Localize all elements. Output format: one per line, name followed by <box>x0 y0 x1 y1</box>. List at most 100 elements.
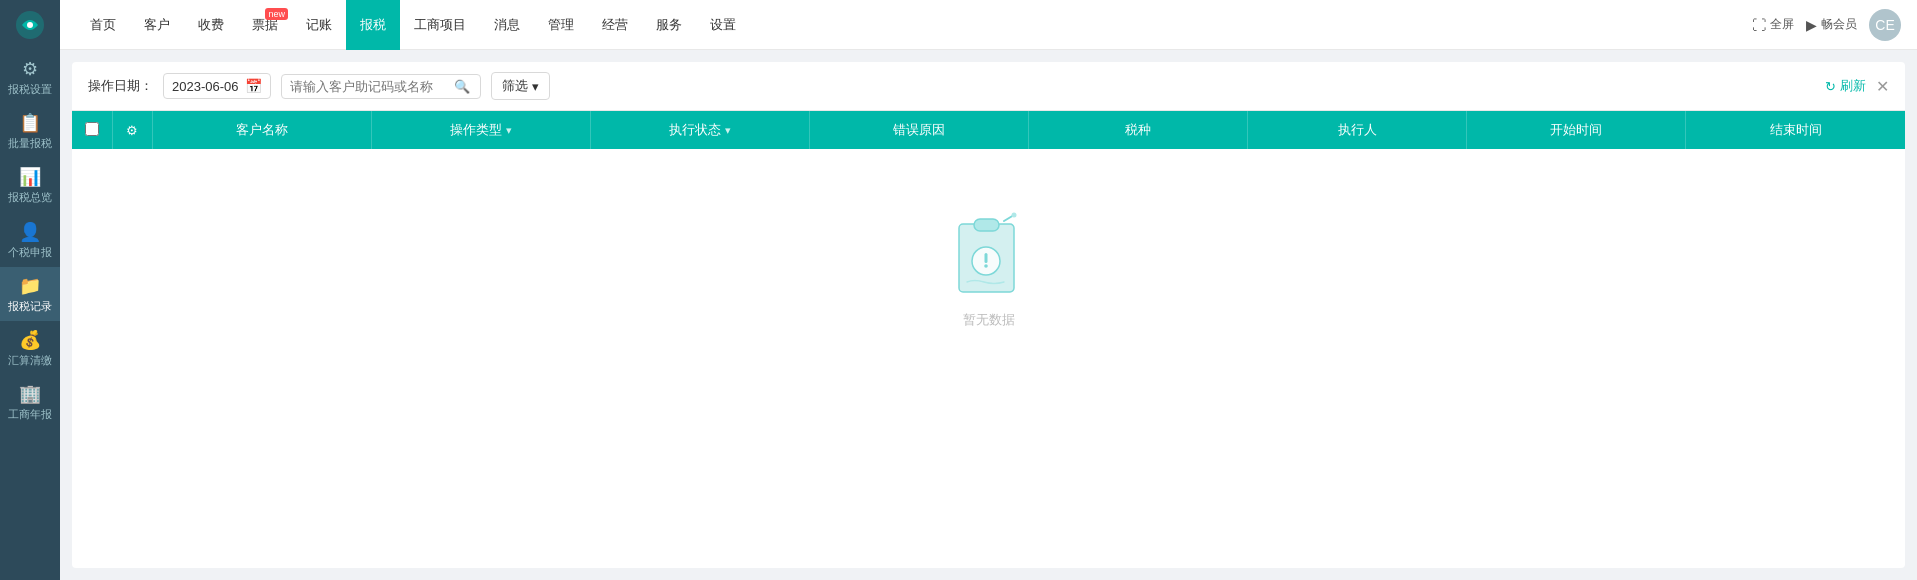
topnav-item-manage[interactable]: 管理 <box>534 0 588 50</box>
avatar[interactable]: CE <box>1869 9 1901 41</box>
select-all-checkbox[interactable] <box>85 122 99 136</box>
topnav-item-settings[interactable]: 设置 <box>696 0 750 50</box>
new-badge-invoice: new <box>265 8 288 21</box>
topnav-right: ⛶ 全屏 ▶ 畅会员 CE <box>1752 9 1901 41</box>
member-label: 畅会员 <box>1821 16 1857 33</box>
th-tax-type: 税种 <box>1029 111 1248 149</box>
topnav-item-billing[interactable]: 收费 <box>184 0 238 50</box>
topnav-items: 首页 客户 收费票据new 记账 报税 工商项目 消息 管理经营服务 设置 <box>76 0 1752 50</box>
th-exec-status: 执行状态 ▾ <box>590 111 809 149</box>
date-picker[interactable]: 2023-06-06 📅 <box>163 73 271 99</box>
topnav-item-operations[interactable]: 经营 <box>588 0 642 50</box>
th-error-reason: 错误原因 <box>809 111 1028 149</box>
toolbar: 操作日期： 2023-06-06 📅 🔍 筛选 ▾ ↻ 刷新 <box>72 62 1905 111</box>
th-executor: 执行人 <box>1248 111 1467 149</box>
fullscreen-icon: ⛶ <box>1752 17 1766 33</box>
sidebar-item-batch-tax[interactable]: 📋 批量报税 <box>0 104 60 158</box>
sidebar-label-annual-report: 工商年报 <box>8 408 52 421</box>
chevron-down-icon: ▾ <box>532 79 539 94</box>
topnav-label-home: 首页 <box>90 16 116 34</box>
sidebar-label-tax-settings: 报税设置 <box>8 83 52 96</box>
topnav-item-tax[interactable]: 报税 <box>346 0 400 50</box>
topnav-items-list: 首页 客户 收费票据new 记账 报税 工商项目 消息 管理经营服务 设置 <box>76 0 750 50</box>
topnav-item-services[interactable]: 服务 <box>642 0 696 50</box>
topnav-label-billing: 收费 <box>198 16 224 34</box>
topnav-label-messages: 消息 <box>494 16 520 34</box>
svg-point-8 <box>1011 213 1016 218</box>
sidebar-item-personal-tax[interactable]: 👤 个税申报 <box>0 213 60 267</box>
topnav-label-business: 工商项目 <box>414 16 466 34</box>
topnav-label-client: 客户 <box>144 16 170 34</box>
sidebar-label-calc-pay: 汇算清缴 <box>8 354 52 367</box>
sidebar: ⚙ 报税设置 📋 批量报税 📊 报税总览 👤 个税申报 📁 报税记录 💰 汇算清… <box>0 0 60 580</box>
refresh-label: 刷新 <box>1840 77 1866 95</box>
sidebar-icon-annual-report: 🏢 <box>19 383 41 405</box>
svg-point-1 <box>27 22 33 28</box>
close-button[interactable]: ✕ <box>1876 77 1889 96</box>
empty-clipboard-icon <box>949 209 1029 299</box>
sidebar-label-personal-tax: 个税申报 <box>8 246 52 259</box>
th-end-time: 结束时间 <box>1686 111 1905 149</box>
topnav-item-business[interactable]: 工商项目 <box>400 0 480 50</box>
sidebar-icon-tax-records: 📁 <box>19 275 41 297</box>
empty-text: 暂无数据 <box>963 311 1015 329</box>
search-input[interactable] <box>290 79 450 94</box>
sidebar-icon-batch-tax: 📋 <box>19 112 41 134</box>
table-container: ⚙ 客户名称 操作类型 ▾ 执行状态 ▾ 错误原因 税种 执行人 开始时间 结束… <box>72 111 1905 568</box>
close-icon: ✕ <box>1876 78 1889 95</box>
topnav-label-accounts: 记账 <box>306 16 332 34</box>
topnav-item-accounts[interactable]: 记账 <box>292 0 346 50</box>
topnav-item-client[interactable]: 客户 <box>130 0 184 50</box>
sidebar-label-batch-tax: 批量报税 <box>8 137 52 150</box>
table-header-row: ⚙ 客户名称 操作类型 ▾ 执行状态 ▾ 错误原因 税种 执行人 开始时间 结束… <box>72 111 1905 149</box>
op-type-filter-icon[interactable]: ▾ <box>506 124 512 136</box>
refresh-button[interactable]: ↻ 刷新 <box>1825 77 1866 95</box>
sidebar-item-tax-settings[interactable]: ⚙ 报税设置 <box>0 50 60 104</box>
refresh-icon: ↻ <box>1825 79 1836 94</box>
exec-status-filter-icon[interactable]: ▾ <box>725 124 731 136</box>
data-table: ⚙ 客户名称 操作类型 ▾ 执行状态 ▾ 错误原因 税种 执行人 开始时间 结束… <box>72 111 1905 149</box>
sidebar-label-tax-records: 报税记录 <box>8 300 52 313</box>
sidebar-icon-calc-pay: 💰 <box>19 329 41 351</box>
play-icon: ▶ <box>1806 17 1817 33</box>
sidebar-label-tax-summary: 报税总览 <box>8 191 52 204</box>
sidebar-item-calc-pay[interactable]: 💰 汇算清缴 <box>0 321 60 375</box>
topnav-item-messages[interactable]: 消息 <box>480 0 534 50</box>
date-label: 操作日期： <box>88 77 153 95</box>
topnav-label-tax: 报税 <box>360 16 386 34</box>
sidebar-icon-tax-summary: 📊 <box>19 166 41 188</box>
th-checkbox <box>72 111 112 149</box>
filter-button[interactable]: 筛选 ▾ <box>491 72 550 100</box>
main-area: 首页 客户 收费票据new 记账 报税 工商项目 消息 管理经营服务 设置 ⛶ 全屏 ▶ 畅会员… <box>60 0 1917 580</box>
svg-rect-5 <box>984 253 987 263</box>
svg-rect-3 <box>974 219 999 231</box>
sidebar-icon-tax-settings: ⚙ <box>22 58 38 80</box>
fullscreen-btn[interactable]: ⛶ 全屏 <box>1752 16 1794 33</box>
topnav-item-home[interactable]: 首页 <box>76 0 130 50</box>
sidebar-items: ⚙ 报税设置 📋 批量报税 📊 报税总览 👤 个税申报 📁 报税记录 💰 汇算清… <box>0 50 60 429</box>
topnav: 首页 客户 收费票据new 记账 报税 工商项目 消息 管理经营服务 设置 ⛶ 全屏 ▶ 畅会员… <box>60 0 1917 50</box>
empty-state: 暂无数据 <box>72 149 1905 389</box>
topnav-label-services: 服务 <box>656 16 682 34</box>
filter-label: 筛选 <box>502 77 528 95</box>
svg-point-6 <box>984 264 988 268</box>
topnav-item-invoice[interactable]: 票据new <box>238 0 292 50</box>
th-op-type: 操作类型 ▾ <box>371 111 590 149</box>
sidebar-item-tax-summary[interactable]: 📊 报税总览 <box>0 158 60 212</box>
member-btn[interactable]: ▶ 畅会员 <box>1806 16 1857 33</box>
sidebar-item-annual-report[interactable]: 🏢 工商年报 <box>0 375 60 429</box>
calendar-icon: 📅 <box>245 78 262 94</box>
avatar-text: CE <box>1875 17 1894 33</box>
search-icon: 🔍 <box>454 79 470 94</box>
date-value: 2023-06-06 <box>172 79 239 94</box>
th-gear[interactable]: ⚙ <box>112 111 152 149</box>
search-box[interactable]: 🔍 <box>281 74 481 99</box>
topnav-label-settings: 设置 <box>710 16 736 34</box>
main-panel: 操作日期： 2023-06-06 📅 🔍 筛选 ▾ ↻ 刷新 <box>72 62 1905 568</box>
content-area: 操作日期： 2023-06-06 📅 🔍 筛选 ▾ ↻ 刷新 <box>60 50 1917 580</box>
sidebar-item-tax-records[interactable]: 📁 报税记录 <box>0 267 60 321</box>
sidebar-logo <box>0 0 60 50</box>
th-client-name: 客户名称 <box>152 111 371 149</box>
topnav-label-manage: 管理 <box>548 16 574 34</box>
th-start-time: 开始时间 <box>1467 111 1686 149</box>
